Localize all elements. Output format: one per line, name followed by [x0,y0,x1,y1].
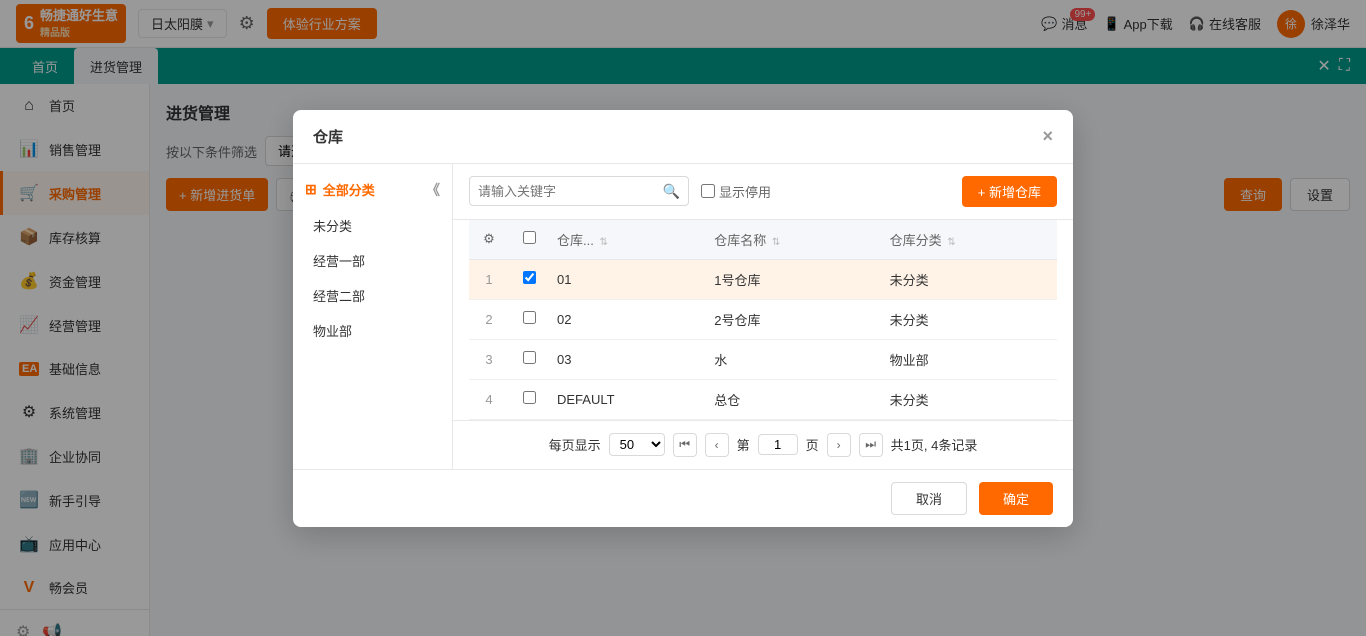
table-row[interactable]: 3 03 水 物业部 [469,339,1057,379]
per-page-select[interactable]: 10 20 50 100 [609,433,665,456]
collapse-panel-button[interactable]: 《 [426,180,440,200]
modal-footer: 取消 确定 [293,469,1073,527]
show-disabled-label: 显示停用 [701,182,771,201]
row-category: 未分类 [882,299,1057,339]
row-code: DEFAULT [549,379,706,419]
settings-col-icon[interactable]: ⚙ [483,231,495,246]
table-row[interactable]: 4 DEFAULT 总仓 未分类 [469,379,1057,419]
row-code: 02 [549,299,706,339]
category-all[interactable]: ⊞ 全部分类 《 [293,172,452,208]
modal-body: ⊞ 全部分类 《 未分类 经营一部 经营二部 物业部 [293,164,1073,469]
confirm-button[interactable]: 确定 [979,482,1053,515]
per-page-label: 每页显示 [549,435,601,454]
modal-header: 仓库 × [293,110,1073,164]
row-num: 2 [469,299,509,339]
row-checkbox-cell[interactable] [509,259,549,299]
category-item-op1[interactable]: 经营一部 [293,243,452,278]
row-category: 未分类 [882,379,1057,419]
right-panel: 🔍 显示停用 + 新增仓库 ⚙ [453,164,1073,469]
sort-name-icon: ⇅ [772,237,780,248]
row-checkbox-cell[interactable] [509,339,549,379]
page-label: 第 [737,435,750,454]
col-category: 仓库分类 ⇅ [882,220,1057,260]
row-checkbox[interactable] [523,311,536,324]
search-icon: 🔍 [663,183,680,200]
modal-search-bar: 🔍 显示停用 + 新增仓库 [453,164,1073,220]
sort-code-icon: ⇅ [599,237,607,248]
page-suffix: 页 [806,435,819,454]
search-input-wrap[interactable]: 🔍 [469,176,689,206]
row-checkbox[interactable] [523,351,536,364]
row-checkbox[interactable] [523,391,536,404]
row-num: 4 [469,379,509,419]
modal-overlay: 仓库 × ⊞ 全部分类 《 未分类 经营一部 经营二部 [0,0,1366,636]
prev-page-button[interactable]: ‹ [705,433,729,457]
row-name: 2号仓库 [706,299,881,339]
category-item-unclassified[interactable]: 未分类 [293,208,452,243]
warehouse-table-wrap: ⚙ 仓库... ⇅ 仓库名称 [453,220,1073,420]
last-page-button[interactable]: ⏭ [859,433,883,457]
warehouse-modal: 仓库 × ⊞ 全部分类 《 未分类 经营一部 经营二部 [293,110,1073,527]
category-all-label: 全部分类 [323,180,375,199]
select-all-checkbox[interactable] [523,231,536,244]
row-checkbox-cell[interactable] [509,379,549,419]
table-row[interactable]: 1 01 1号仓库 未分类 [469,259,1057,299]
row-name: 1号仓库 [706,259,881,299]
search-input[interactable] [478,184,663,199]
next-page-button[interactable]: › [827,433,851,457]
cancel-button[interactable]: 取消 [891,482,967,515]
add-warehouse-button[interactable]: + 新增仓库 [962,176,1057,207]
row-checkbox[interactable] [523,271,536,284]
row-code: 03 [549,339,706,379]
row-num: 3 [469,339,509,379]
col-code: 仓库... ⇅ [549,220,706,260]
row-category: 物业部 [882,339,1057,379]
page-input[interactable] [758,434,798,455]
total-records: 共1页, 4条记录 [891,435,978,454]
modal-close-button[interactable]: × [1042,126,1053,147]
category-panel: ⊞ 全部分类 《 未分类 经营一部 经营二部 物业部 [293,164,453,469]
col-checkbox [509,220,549,260]
first-page-button[interactable]: ⏮ [673,433,697,457]
warehouse-table: ⚙ 仓库... ⇅ 仓库名称 [469,220,1057,420]
row-category: 未分类 [882,259,1057,299]
row-checkbox-cell[interactable] [509,299,549,339]
row-name: 总仓 [706,379,881,419]
pagination: 每页显示 10 20 50 100 ⏮ ‹ 第 页 › ⏭ 共1页, 4条记录 [453,420,1073,469]
sort-category-icon: ⇅ [947,237,955,248]
row-code: 01 [549,259,706,299]
grid-icon: ⊞ [305,181,317,198]
row-num: 1 [469,259,509,299]
col-settings: ⚙ [469,220,509,260]
col-name: 仓库名称 ⇅ [706,220,881,260]
modal-title: 仓库 [313,126,343,147]
category-item-op2[interactable]: 经营二部 [293,278,452,313]
show-disabled-checkbox[interactable] [701,184,715,198]
category-item-property[interactable]: 物业部 [293,313,452,348]
row-name: 水 [706,339,881,379]
table-row[interactable]: 2 02 2号仓库 未分类 [469,299,1057,339]
